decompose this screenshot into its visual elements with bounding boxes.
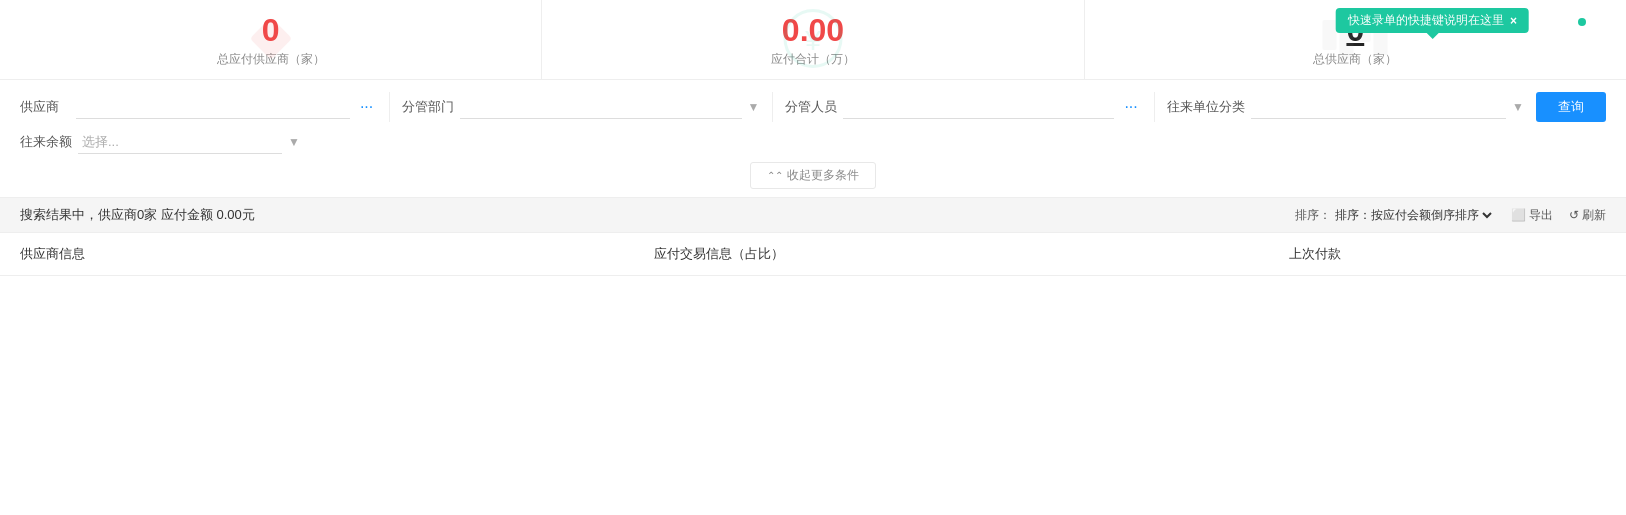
balance-chevron[interactable]: ▼ xyxy=(288,135,300,149)
vendor-dots[interactable]: ··· xyxy=(356,98,377,116)
export-button[interactable]: ⬜ 导出 xyxy=(1511,207,1553,224)
export-icon: ⬜ xyxy=(1511,208,1526,222)
refresh-button[interactable]: ↺ 刷新 xyxy=(1569,207,1606,224)
tooltip-text: 快速录单的快捷键说明在这里 xyxy=(1348,12,1504,29)
vendors-count: 搜索结果中，供应商0家 xyxy=(20,207,157,222)
result-actions: 排序： 排序：按应付会额倒序排序 ⬜ 导出 ↺ 刷新 xyxy=(1295,207,1606,224)
sort-label: 排序： 排序：按应付会额倒序排序 xyxy=(1295,207,1495,224)
vendor-filter: 供应商 ··· xyxy=(20,95,377,119)
divider-2 xyxy=(772,92,773,122)
filter-bar: 供应商 ··· 分管部门 ▼ 分管人员 ··· 往来单位分类 ▼ 查询 xyxy=(0,80,1626,198)
person-dots[interactable]: ··· xyxy=(1120,98,1141,116)
person-input[interactable] xyxy=(843,95,1115,119)
filter-row-2: 往来余额 选择... ▼ xyxy=(20,130,1606,154)
col-vendor-info: 供应商信息 xyxy=(20,245,654,263)
balance-label: 往来余额 xyxy=(20,133,72,151)
col-trans-info: 应付交易信息（占比） xyxy=(654,245,1288,263)
vendor-input[interactable] xyxy=(76,95,350,119)
col-last-payment: 上次付款 xyxy=(1289,245,1606,263)
collapse-button[interactable]: ⌃⌃ 收起更多条件 xyxy=(750,162,876,189)
unit-class-label: 往来单位分类 xyxy=(1167,98,1245,116)
svg-rect-0 xyxy=(249,17,291,59)
unit-class-chevron[interactable]: ▼ xyxy=(1512,100,1524,114)
result-info: 搜索结果中，供应商0家 应付金额 0.00元 xyxy=(20,206,255,224)
person-filter: 分管人员 ··· xyxy=(785,95,1142,119)
sort-select[interactable]: 排序：按应付会额倒序排序 xyxy=(1331,207,1495,223)
stat-total-payable-vendors: 0 总应付供应商（家） xyxy=(0,0,542,79)
svg-text:¥: ¥ xyxy=(804,24,821,55)
stat-total-vendors: 快速录单的快捷键说明在这里 × 0 总供应商（家） xyxy=(1085,0,1626,79)
tooltip-close[interactable]: × xyxy=(1510,14,1517,28)
vendor-label: 供应商 xyxy=(20,98,70,116)
result-bar: 搜索结果中，供应商0家 应付金额 0.00元 排序： 排序：按应付会额倒序排序 … xyxy=(0,198,1626,233)
export-label: 导出 xyxy=(1529,207,1553,224)
dept-chevron[interactable]: ▼ xyxy=(748,100,760,114)
collapse-row: ⌃⌃ 收起更多条件 xyxy=(20,162,1606,189)
table-body xyxy=(0,276,1626,476)
person-label: 分管人员 xyxy=(785,98,837,116)
divider-3 xyxy=(1154,92,1155,122)
collapse-label: 收起更多条件 xyxy=(787,167,859,184)
table-header: 供应商信息 应付交易信息（占比） 上次付款 xyxy=(0,233,1626,276)
shortcut-tooltip[interactable]: 快速录单的快捷键说明在这里 × xyxy=(1336,8,1529,33)
query-button[interactable]: 查询 xyxy=(1536,92,1606,122)
stat-payable-total: ¥ 0.00 应付合计（万） xyxy=(542,0,1084,79)
filter-row-1: 供应商 ··· 分管部门 ▼ 分管人员 ··· 往来单位分类 ▼ 查询 xyxy=(20,92,1606,122)
unit-class-input[interactable] xyxy=(1251,95,1506,119)
dept-input[interactable] xyxy=(460,95,741,119)
refresh-icon: ↺ xyxy=(1569,208,1579,222)
dept-label: 分管部门 xyxy=(402,98,454,116)
balance-select[interactable]: 选择... xyxy=(78,130,282,154)
refresh-label: 刷新 xyxy=(1582,207,1606,224)
stats-bar: 0 总应付供应商（家） ¥ 0.00 应付合计（万） 快速录单的快捷键说明在这里… xyxy=(0,0,1626,80)
collapse-up-icon: ⌃⌃ xyxy=(767,170,783,181)
amount-label: 应付金额 0.00元 xyxy=(161,207,255,222)
balance-filter: 往来余额 选择... ▼ xyxy=(20,130,300,154)
unit-class-filter: 往来单位分类 ▼ xyxy=(1167,95,1524,119)
dept-filter: 分管部门 ▼ xyxy=(402,95,759,119)
tooltip-dot xyxy=(1578,18,1586,26)
divider-1 xyxy=(389,92,390,122)
